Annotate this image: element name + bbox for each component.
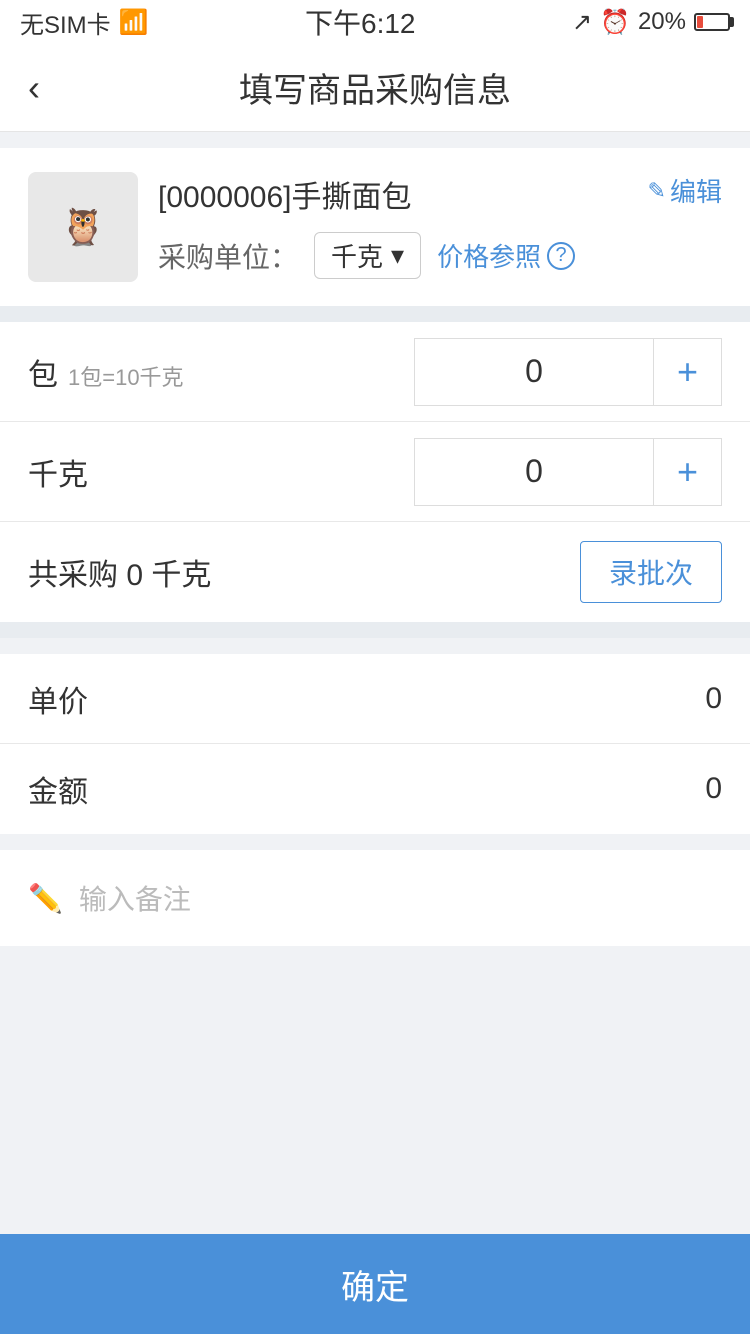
edit-icon: ✎	[648, 178, 666, 204]
status-right: ↗ ⏰ 20%	[572, 8, 730, 37]
total-text: 共采购 0 千克	[28, 550, 211, 594]
price-ref-label: 价格参照	[437, 237, 541, 274]
product-unit-row: 采购单位： 千克 ▾ 价格参照 ?	[158, 232, 722, 279]
total-row: 共采购 0 千克 录批次	[0, 522, 750, 622]
kg-input-group: +	[414, 438, 722, 506]
content-area	[0, 946, 750, 1266]
price-ref-button[interactable]: 价格参照 ?	[437, 237, 575, 274]
unit-value: 千克	[331, 237, 383, 274]
bag-unit-text: 1包=10千克	[68, 360, 184, 392]
bag-label: 包 1包=10千克	[28, 350, 184, 394]
wifi-icon: 📶	[119, 8, 149, 37]
amount-row: 金额 0	[0, 744, 750, 834]
page-title: 填写商品采购信息	[239, 63, 511, 112]
unit-price-row: 单价 0	[0, 654, 750, 744]
remark-placeholder: 输入备注	[79, 878, 191, 918]
batch-button[interactable]: 录批次	[580, 541, 722, 603]
nav-bar: ‹ 填写商品采购信息	[0, 44, 750, 132]
bag-row: 包 1包=10千克 +	[0, 322, 750, 422]
question-circle-icon: ?	[547, 242, 575, 270]
kg-row: 千克 +	[0, 422, 750, 522]
bag-label-text: 包	[28, 350, 58, 394]
price-section: 单价 0 金额 0	[0, 654, 750, 834]
alarm-icon: ⏰	[600, 8, 630, 37]
unit-select[interactable]: 千克 ▾	[314, 232, 421, 279]
unit-price-label: 单价	[28, 677, 88, 721]
product-card: 🦉 [0000006]手撕面包 ✎ 编辑 采购单位： 千克 ▾ 价格参照 ?	[0, 148, 750, 306]
status-bar: 无SIM卡 📶 下午6:12 ↗ ⏰ 20%	[0, 0, 750, 44]
bag-input-group: +	[414, 338, 722, 406]
divider-2	[0, 622, 750, 638]
status-left: 无SIM卡 📶	[20, 5, 149, 40]
bag-plus-button[interactable]: +	[654, 338, 722, 406]
product-header: [0000006]手撕面包 ✎ 编辑	[158, 172, 722, 216]
remark-section[interactable]: ✏️ 输入备注	[0, 850, 750, 946]
battery-percent: 20%	[638, 8, 686, 36]
product-info: [0000006]手撕面包 ✎ 编辑 采购单位： 千克 ▾ 价格参照 ?	[158, 172, 722, 279]
kg-label: 千克	[28, 450, 148, 494]
product-logo-icon: 🦉	[61, 206, 106, 248]
unit-label: 采购单位：	[158, 236, 298, 276]
divider-1	[0, 306, 750, 322]
product-image: 🦉	[28, 172, 138, 282]
unit-price-value: 0	[705, 682, 722, 716]
pencil-icon: ✏️	[28, 882, 63, 915]
bag-input[interactable]	[414, 338, 654, 406]
confirm-button[interactable]: 确定	[0, 1234, 750, 1334]
kg-input[interactable]	[414, 438, 654, 506]
amount-label: 金额	[28, 767, 88, 811]
product-name: [0000006]手撕面包	[158, 172, 411, 216]
location-icon: ↗	[572, 8, 592, 37]
kg-label-text: 千克	[28, 450, 88, 494]
edit-button[interactable]: ✎ 编辑	[648, 172, 722, 209]
dropdown-arrow-icon: ▾	[391, 240, 404, 271]
battery-icon	[694, 13, 730, 31]
time-text: 下午6:12	[305, 2, 416, 42]
edit-label: 编辑	[670, 172, 722, 209]
amount-value: 0	[705, 772, 722, 806]
carrier-text: 无SIM卡	[20, 5, 111, 40]
form-section: 包 1包=10千克 + 千克 + 共采购 0 千克 录批次	[0, 322, 750, 622]
kg-plus-button[interactable]: +	[654, 438, 722, 506]
back-button[interactable]: ‹	[28, 67, 40, 109]
